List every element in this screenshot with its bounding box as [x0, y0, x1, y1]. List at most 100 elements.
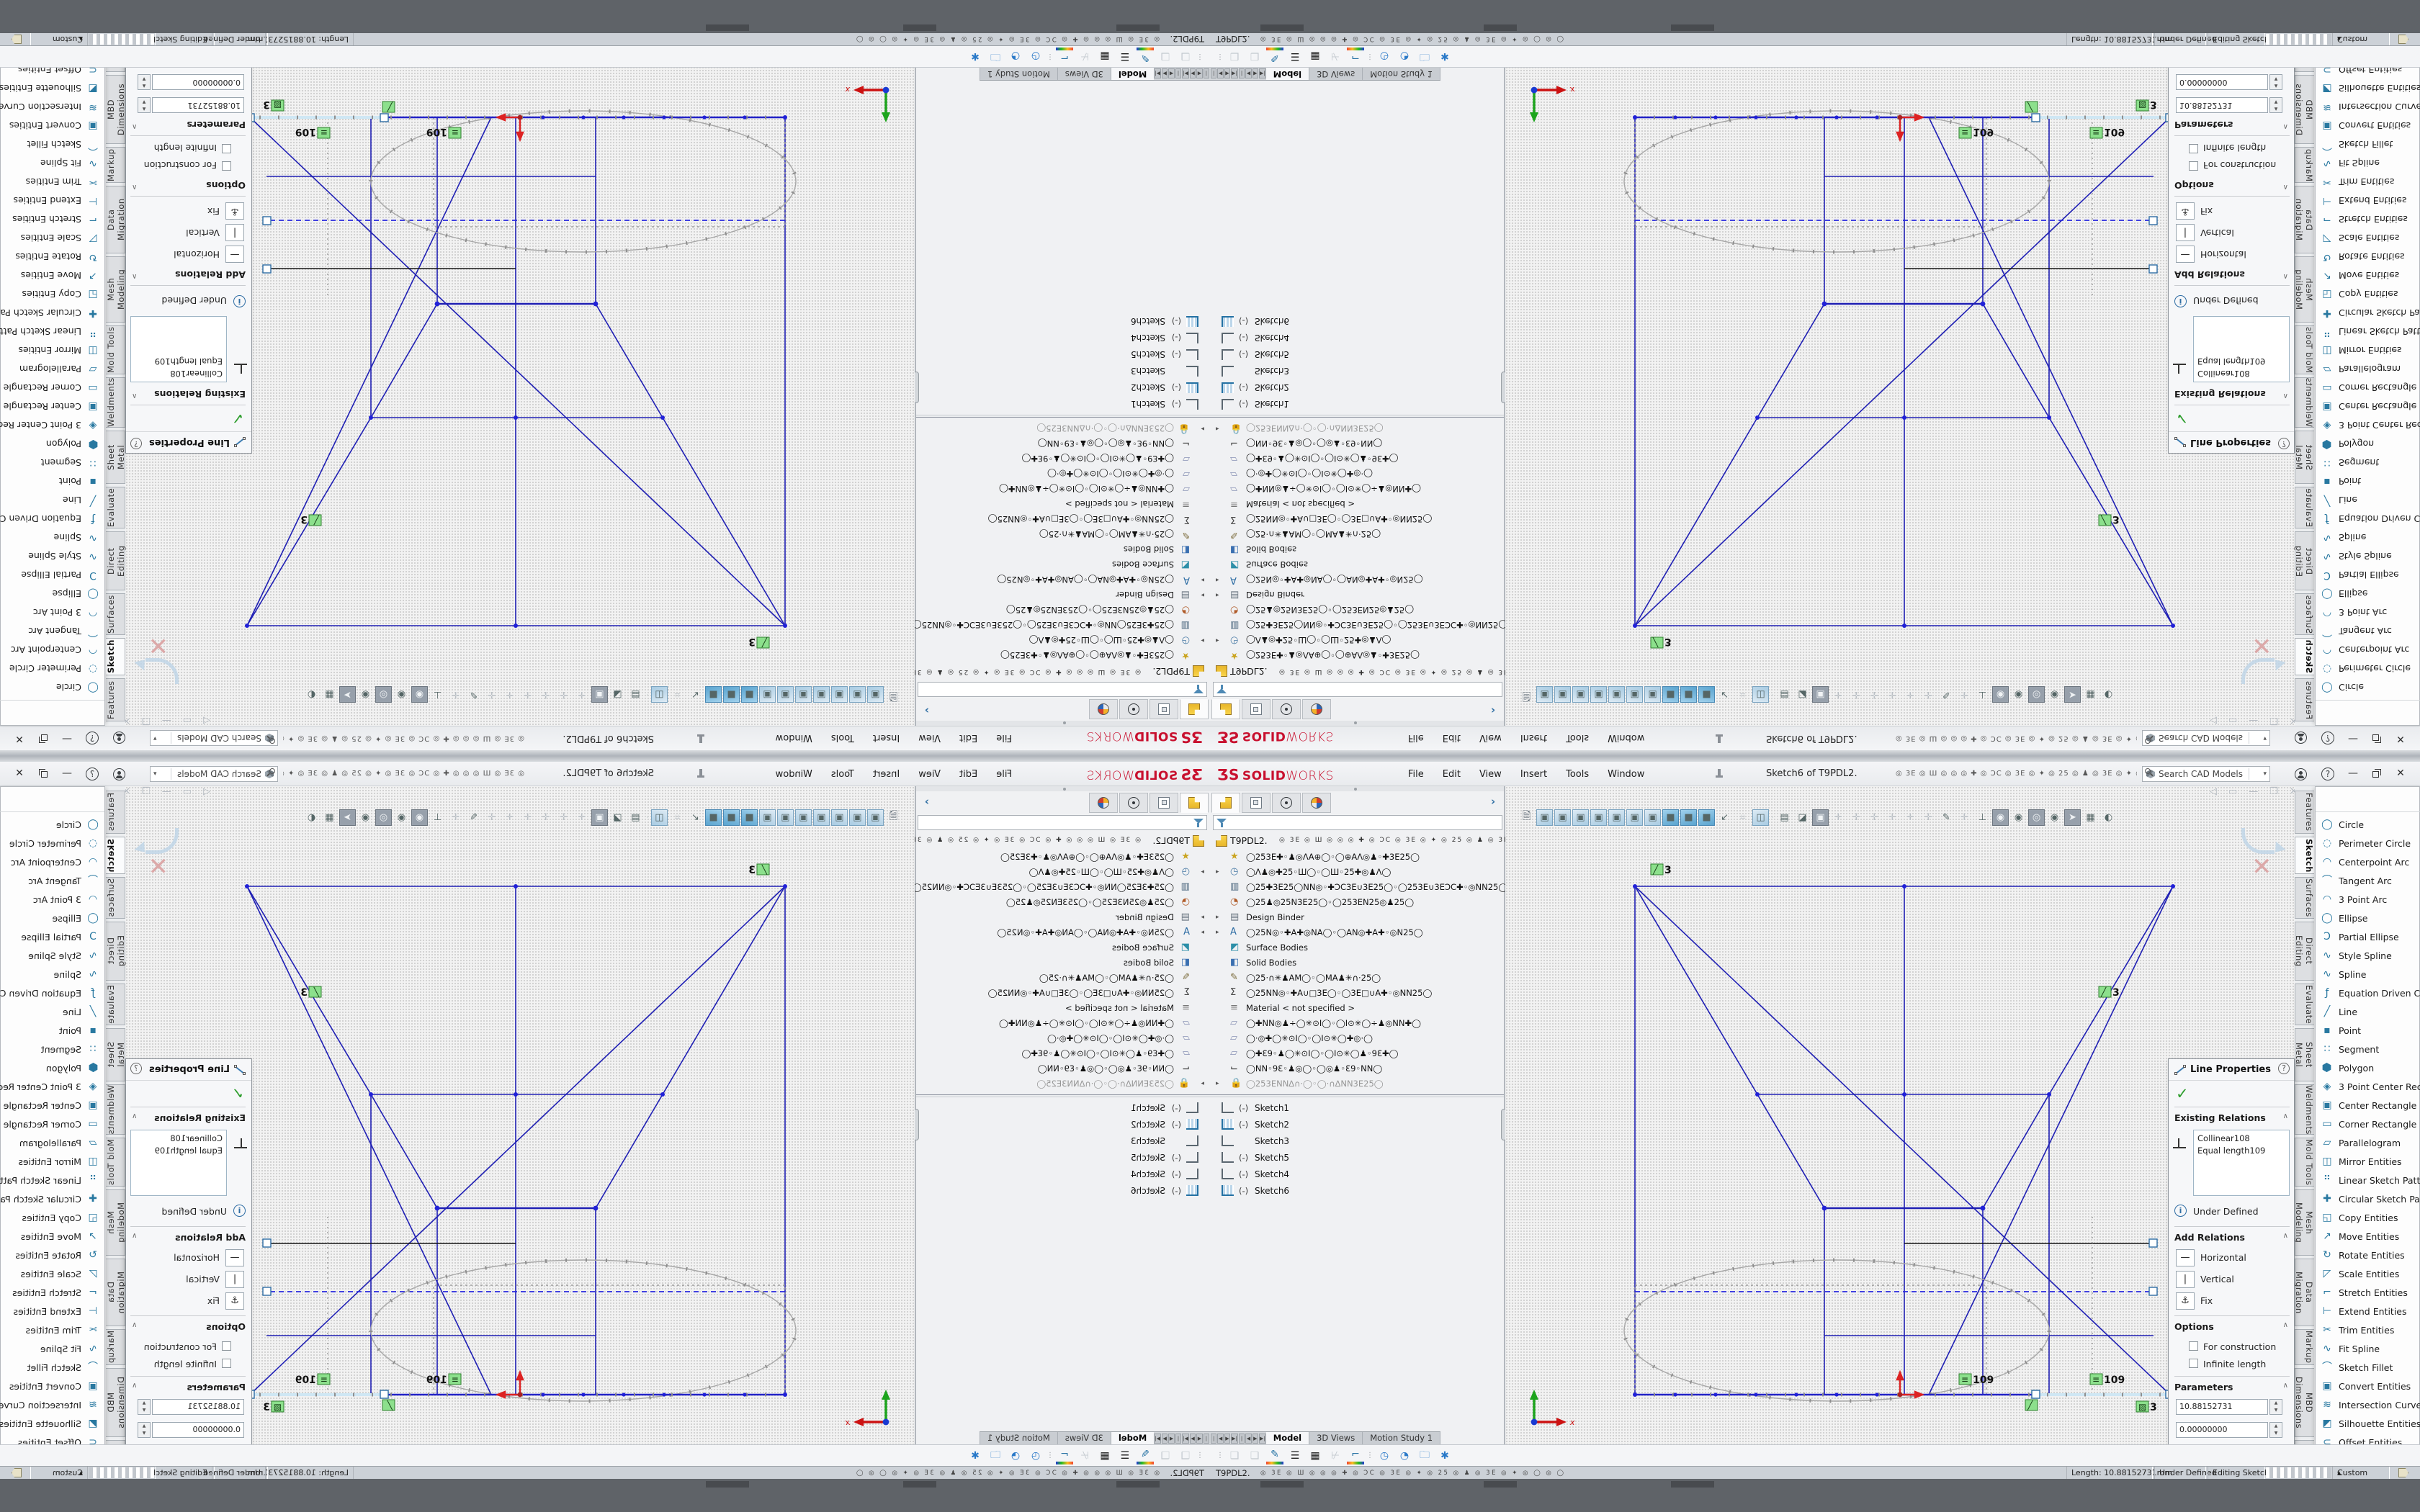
expander-icon[interactable]: ▸	[1201, 591, 1204, 598]
fix-relation-button[interactable]: ⚓Fix	[2176, 201, 2288, 220]
menu-item-corner-rectangle[interactable]: ▭Corner Rectangle	[2316, 378, 2420, 397]
tab-mesh-modeling[interactable]: Mesh Modeling	[2295, 1189, 2314, 1256]
menu-item-silhouette-entities[interactable]: ◩Silhouette Entities	[0, 78, 104, 97]
relation-item[interactable]: Collinear108	[2197, 367, 2285, 379]
menu-item-point[interactable]: ▪Point	[2316, 472, 2420, 490]
tab-surfaces[interactable]: Surfaces	[106, 877, 125, 919]
tree-row[interactable]: ▸A◯25N◎◦✚A✚◎NA◯◦◯AN◎✚A✚◦◎N25◯	[1210, 572, 1504, 587]
nav-back-icon[interactable]: ◀	[1245, 69, 1251, 79]
tree-row[interactable]: ⌙◯NN◦9Ɛ◦♟◎◯◦◯◎♟◦Ɛ9◦NN◯	[916, 1061, 1210, 1076]
tab-weldments[interactable]: Weldments	[106, 377, 125, 428]
panel-help-icon[interactable]: ?	[2278, 1063, 2290, 1074]
close-button[interactable]: ✕	[10, 733, 29, 744]
nav-back-icon[interactable]: |◀	[1211, 69, 1216, 79]
nav-forward-icon[interactable]: ▶|	[1182, 1434, 1189, 1444]
menu-item-circle[interactable]: ◯Circle	[2316, 678, 2420, 696]
pencil-rainbow-icon[interactable]: ✎	[1137, 48, 1154, 66]
menu-item-ellipse[interactable]: ◯Ellipse	[2316, 909, 2420, 928]
collapse-arrow-icon[interactable]: ∧	[132, 272, 137, 280]
folder-check-icon[interactable]: 🗀	[1416, 48, 1433, 66]
tree-row-sketch[interactable]: (-)Sketch2	[916, 1117, 1210, 1133]
menu-item-point[interactable]: ▪Point	[0, 472, 104, 490]
units-dropdown[interactable]: Custom ▴	[2332, 1467, 2390, 1479]
help-icon[interactable]: ?	[86, 732, 99, 744]
units-dropdown[interactable]: Custom ▴	[30, 33, 88, 45]
option-for-construction[interactable]: For construction	[2189, 1340, 2294, 1356]
menu-item-insert[interactable]: Insert	[1511, 727, 1556, 750]
tree-row-sketch[interactable]: (-)Sketch2	[1210, 379, 1504, 395]
tree-row[interactable]: ▱◯·◎✚◯✳⊙I◯◦◯I⊙✳◯✚◎·◯	[916, 1031, 1210, 1046]
tab-evaluate[interactable]: Evaluate	[2295, 487, 2314, 528]
tree-row[interactable]: ▱◯✚Ɛ9◦♟◯✳⊙I◯◦◯I⊙✳◯♟◦9Ɛ✚◯	[1210, 451, 1504, 466]
relations-listbox[interactable]: Collinear108Equal length109	[130, 1130, 227, 1196]
clock-check-icon[interactable]: ◷	[1027, 1447, 1044, 1464]
relations-listbox[interactable]: Collinear108Equal length109	[2193, 316, 2290, 382]
parameter-input[interactable]: 10.88152731	[2176, 97, 2268, 113]
menu-item-perimeter-circle[interactable]: ◌Perimeter Circle	[0, 659, 104, 678]
relation-item[interactable]: Equal length109	[2197, 355, 2285, 367]
tree-filter-input[interactable]	[918, 815, 1207, 830]
menu-item-silhouette-entities[interactable]: ◩Silhouette Entities	[0, 1415, 104, 1434]
collapse-arrow-icon[interactable]: ∧	[2283, 1321, 2288, 1329]
tree-row-sketch[interactable]: (-)Sketch4	[1210, 329, 1504, 346]
menu-item-copy-entities[interactable]: ◱Copy Entities	[2316, 284, 2420, 303]
globe-check-icon[interactable]: ◔	[1007, 1447, 1024, 1464]
menu-item-linear-sketch-pattern[interactable]: ⠛Linear Sketch Pattern	[0, 1171, 104, 1190]
menu-item-line[interactable]: ╱Line	[2316, 1003, 2420, 1022]
menu-item-segment[interactable]: ∷Segment	[2316, 453, 2420, 472]
globe-check-icon[interactable]: ◔	[1007, 48, 1024, 66]
tree-row[interactable]: ≡Material < not specified >	[1210, 496, 1504, 511]
tree-row[interactable]: ✎◯25·∩✳♟AM◯◦◯MA♟✳∩·25◯	[916, 526, 1210, 541]
tree-row[interactable]: ◔◯25♟◎25N3E25◯◦◯253EN25◎♟25◯	[916, 602, 1210, 617]
tree-row[interactable]: ⌙◯NN◦9Ɛ◦♟◎◯◦◯◎♟◦Ɛ9◦NN◯	[1210, 1061, 1504, 1076]
menu-item-view[interactable]: View	[1470, 763, 1511, 786]
tab-motion-study-1[interactable]: Motion Study 1	[1363, 1432, 1440, 1444]
menu-item-sketch-fillet[interactable]: ⌒Sketch Fillet	[2316, 135, 2420, 153]
menu-item-file[interactable]: File	[1399, 763, 1433, 786]
menu-item-scale-entities[interactable]: ◸Scale Entities	[2316, 1265, 2420, 1284]
menu-item-circular-sketch-pattern[interactable]: ✚Circular Sketch Pattern	[0, 303, 104, 322]
tab-3d-views[interactable]: 3D Views	[1057, 68, 1111, 80]
menu-item-sketch-fillet[interactable]: ⌒Sketch Fillet	[0, 1359, 104, 1377]
tree-row-sketch[interactable]: (-)Sketch1	[916, 395, 1210, 412]
tree-row[interactable]: ★◯253E✚◦♟◎ΛA⊕◯◦◯⊕AΛ◎♟◦✚3E25◯	[916, 850, 1210, 865]
checkbox[interactable]	[2189, 161, 2198, 171]
menu-item-centerpoint-arc[interactable]: ◠Centerpoint Arc	[2316, 853, 2420, 872]
nav-back-icon[interactable]: |◀	[1204, 1434, 1209, 1444]
menu-item-tangent-arc[interactable]: ⌒Tangent Arc	[0, 872, 104, 891]
menu-item-style-spline[interactable]: ∿Style Spline	[0, 546, 104, 565]
help-icon[interactable]: ?	[86, 768, 99, 780]
parameter-input[interactable]: 10.88152731	[152, 1399, 244, 1415]
nav-back-icon[interactable]: |◀	[1239, 1434, 1245, 1444]
menu-item-polygon[interactable]: ▫Polygon	[0, 1059, 104, 1078]
menu-item-silhouette-entities[interactable]: ◩Silhouette Entities	[2316, 1415, 2420, 1434]
relation-badge[interactable]: ▨3	[263, 1401, 284, 1413]
tree-row[interactable]: ✎◯25·∩✳♟AM◯◦◯MA♟✳∩·25◯	[1210, 971, 1504, 986]
tree-row[interactable]: ✎◯25·∩✳♟AM◯◦◯MA♟✳∩·25◯	[916, 971, 1210, 986]
tree-row[interactable]: ▥◯25✚3E25◯NN◎◦✚ƆC3E∪3E25◯◦◯253E∪3EƆC✚◦◎N…	[916, 880, 1210, 895]
parameter-input[interactable]: 0.00000000	[2176, 1422, 2268, 1438]
menu-item-file[interactable]: File	[1399, 727, 1433, 750]
tree-row[interactable]: Σ◯25NN◎◦✚A∪□3E◯◦◯3E□∪A✚◦◎NN25◯	[916, 511, 1210, 526]
units-dropdown[interactable]: Custom ▴	[2332, 33, 2390, 45]
menu-item-extend-entities[interactable]: ⊢Extend Entities	[0, 1302, 104, 1321]
expander-icon[interactable]: ▸	[1201, 576, 1204, 583]
menu-item-intersection-curve[interactable]: ≋Intersection Curve	[2316, 97, 2420, 116]
menu-item-intersection-curve[interactable]: ≋Intersection Curve	[0, 1396, 104, 1415]
parameter-input[interactable]: 0.00000000	[152, 74, 244, 90]
nav-forward-icon[interactable]: ▶	[1190, 69, 1196, 79]
collapse-arrow-icon[interactable]: ∧	[2283, 392, 2288, 400]
menu-item-insert[interactable]: Insert	[864, 727, 909, 750]
tree-splitter[interactable]	[916, 1094, 1210, 1097]
tree-row[interactable]: ◩Surface Bodies	[916, 940, 1210, 955]
tree-row-sketch[interactable]: (-)Sketch6	[916, 1183, 1210, 1200]
tab-markup[interactable]: Markup	[106, 147, 125, 183]
parameter-field[interactable]: 0.00000000▲▼	[2176, 1422, 2288, 1442]
folder-check-icon[interactable]: 🗀	[987, 48, 1004, 66]
quick-access-toolbar[interactable]: ◎ 3E ◎ Ш ◎ ◎ ◎ ✚ ◎ ƆC ◎ 3E ◎ ✦ ◎ 25 ◎ ♟ …	[1896, 770, 2137, 778]
menu-item-fit-spline[interactable]: ∿Fit Spline	[2316, 153, 2420, 172]
menu-item-trim-entities[interactable]: ✂Trim Entities	[2316, 172, 2420, 191]
corner-rainbow-icon[interactable]: ⌐	[1347, 48, 1364, 66]
search-box[interactable]: Search CAD Models ▾	[2142, 766, 2270, 782]
tree-row[interactable]: ▱◯✚NN◎♟÷◯✳⊙I◯◦◯I⊙✳◯÷♟◎NN✚◯	[916, 1016, 1210, 1031]
